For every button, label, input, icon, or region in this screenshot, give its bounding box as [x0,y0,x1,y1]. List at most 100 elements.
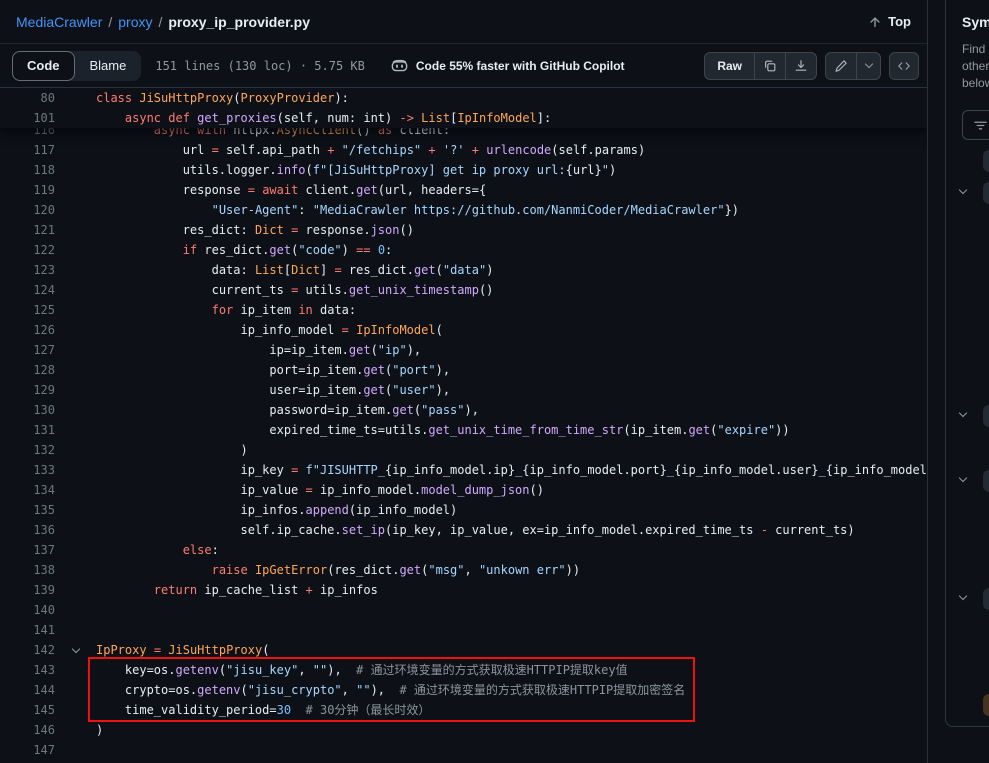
line-number[interactable]: 145 [0,700,55,720]
code-symbols-icon [897,59,911,73]
code-line: 119response = await client.get(url, head… [0,180,927,200]
chevron-down-icon[interactable] [959,592,967,600]
tab-blame[interactable]: Blame [75,51,142,81]
line-number[interactable]: 128 [0,360,55,380]
raw-button[interactable]: Raw [704,52,755,80]
line-number[interactable]: 146 [0,720,55,740]
line-number[interactable]: 126 [0,320,55,340]
file-header: MediaCrawler / proxy / proxy_ip_provider… [0,0,927,44]
code-line: 137else: [0,540,927,560]
line-number[interactable]: 118 [0,160,55,180]
edit-button[interactable] [825,52,857,80]
symbol-row[interactable] [946,405,989,427]
fold-gutter [55,160,96,180]
line-number[interactable]: 142 [0,640,55,660]
line-number[interactable]: 136 [0,520,55,540]
code-line: 140 [0,600,927,620]
chevron-down-icon[interactable] [959,186,967,194]
tab-code[interactable]: Code [12,51,75,81]
download-button[interactable] [785,52,817,80]
line-number[interactable]: 143 [0,660,55,680]
code-text: ip_info_model = IpInfoModel( [96,320,927,340]
line-number[interactable]: 101 [0,108,55,128]
back-to-top-link[interactable]: Top [868,14,911,29]
symbols-toggle-button[interactable] [889,52,919,80]
symbols-panel: Symbols Find other below [945,0,989,727]
symbol-pill[interactable] [983,588,989,610]
code-text: raise IpGetError(res_dict.get("msg", "un… [96,560,927,580]
symbols-description-line: below [962,75,989,92]
filter-icon [973,118,988,133]
symbol-row[interactable] [946,694,989,716]
line-number[interactable]: 130 [0,400,55,420]
copy-raw-button[interactable] [754,52,786,80]
symbol-row[interactable] [946,588,989,610]
symbol-pill[interactable] [983,694,989,716]
line-number[interactable]: 137 [0,540,55,560]
line-number[interactable]: 127 [0,340,55,360]
chevron-down-icon[interactable] [959,474,967,482]
code-text: current_ts = utils.get_unix_timestamp() [96,280,927,300]
chevron-down-icon[interactable] [959,409,967,417]
edit-actions-group [825,52,881,80]
fold-gutter [55,140,96,160]
symbol-row[interactable] [946,150,989,172]
code-line: 126 ip_info_model = IpInfoModel( [0,320,927,340]
symbol-pill[interactable] [983,405,989,427]
line-number[interactable]: 139 [0,580,55,600]
file-info: 151 lines (130 loc) · 5.75 KB [155,59,365,73]
back-to-top-label: Top [888,14,911,29]
fold-gutter [55,580,96,600]
fold-gutter [55,440,96,460]
breadcrumb: MediaCrawler / proxy / proxy_ip_provider… [16,14,310,30]
code-line: 143key=os.getenv("jisu_key", ""), # 通过环境… [0,660,927,680]
line-number[interactable]: 134 [0,480,55,500]
line-number[interactable]: 140 [0,600,55,620]
edit-menu-button[interactable] [856,52,881,80]
fold-gutter [55,280,96,300]
code-text: utils.logger.info(f"[JiSuHttpProxy] get … [96,160,927,180]
fold-chevron-icon[interactable] [55,640,96,660]
line-number[interactable]: 121 [0,220,55,240]
symbol-pill[interactable] [983,150,989,172]
code-text: user=ip_item.get("user"), [96,380,927,400]
line-number[interactable]: 129 [0,380,55,400]
line-number[interactable]: 135 [0,500,55,520]
fold-gutter [55,540,96,560]
line-number[interactable]: 119 [0,180,55,200]
filter-symbols-button[interactable] [962,110,989,140]
symbol-pill[interactable] [983,182,989,204]
fold-gutter [55,220,96,240]
line-number[interactable]: 120 [0,200,55,220]
breadcrumb-repo-link[interactable]: MediaCrawler [16,14,102,30]
code-line: 117 url = self.api_path + "/fetchips" + '… [0,140,927,160]
code-line: 147 [0,740,927,760]
code-line: 118 utils.logger.info(f"[JiSuHttpProxy] g… [0,160,927,180]
line-number[interactable]: 125 [0,300,55,320]
line-number[interactable]: 117 [0,140,55,160]
fold-gutter [55,460,96,480]
line-number[interactable]: 132 [0,440,55,460]
line-number[interactable]: 141 [0,620,55,640]
symbol-row[interactable] [946,470,989,492]
line-number[interactable]: 131 [0,420,55,440]
copilot-icon [391,57,408,74]
line-number[interactable]: 144 [0,680,55,700]
symbol-row[interactable] [946,182,989,204]
line-number[interactable]: 147 [0,740,55,760]
line-number[interactable]: 122 [0,240,55,260]
file-view-container: MediaCrawler / proxy / proxy_ip_provider… [0,0,928,763]
line-number[interactable]: 80 [0,88,55,108]
line-number[interactable]: 123 [0,260,55,280]
code-text: url = self.api_path + "/fetchips" + '?' … [96,140,927,160]
breadcrumb-separator: / [108,14,112,30]
file-toolbar: Code Blame 151 lines (130 loc) · 5.75 KB… [0,44,927,88]
symbol-pill[interactable] [983,470,989,492]
code-text: crypto=os.getenv("jisu_crypto", ""), # 通… [96,680,927,700]
line-number[interactable]: 133 [0,460,55,480]
code-viewer: 116async with httpx.AsyncClient() as cli… [0,88,927,763]
line-number[interactable]: 124 [0,280,55,300]
line-number[interactable]: 138 [0,560,55,580]
breadcrumb-folder-link[interactable]: proxy [118,14,152,30]
download-icon [794,59,808,73]
